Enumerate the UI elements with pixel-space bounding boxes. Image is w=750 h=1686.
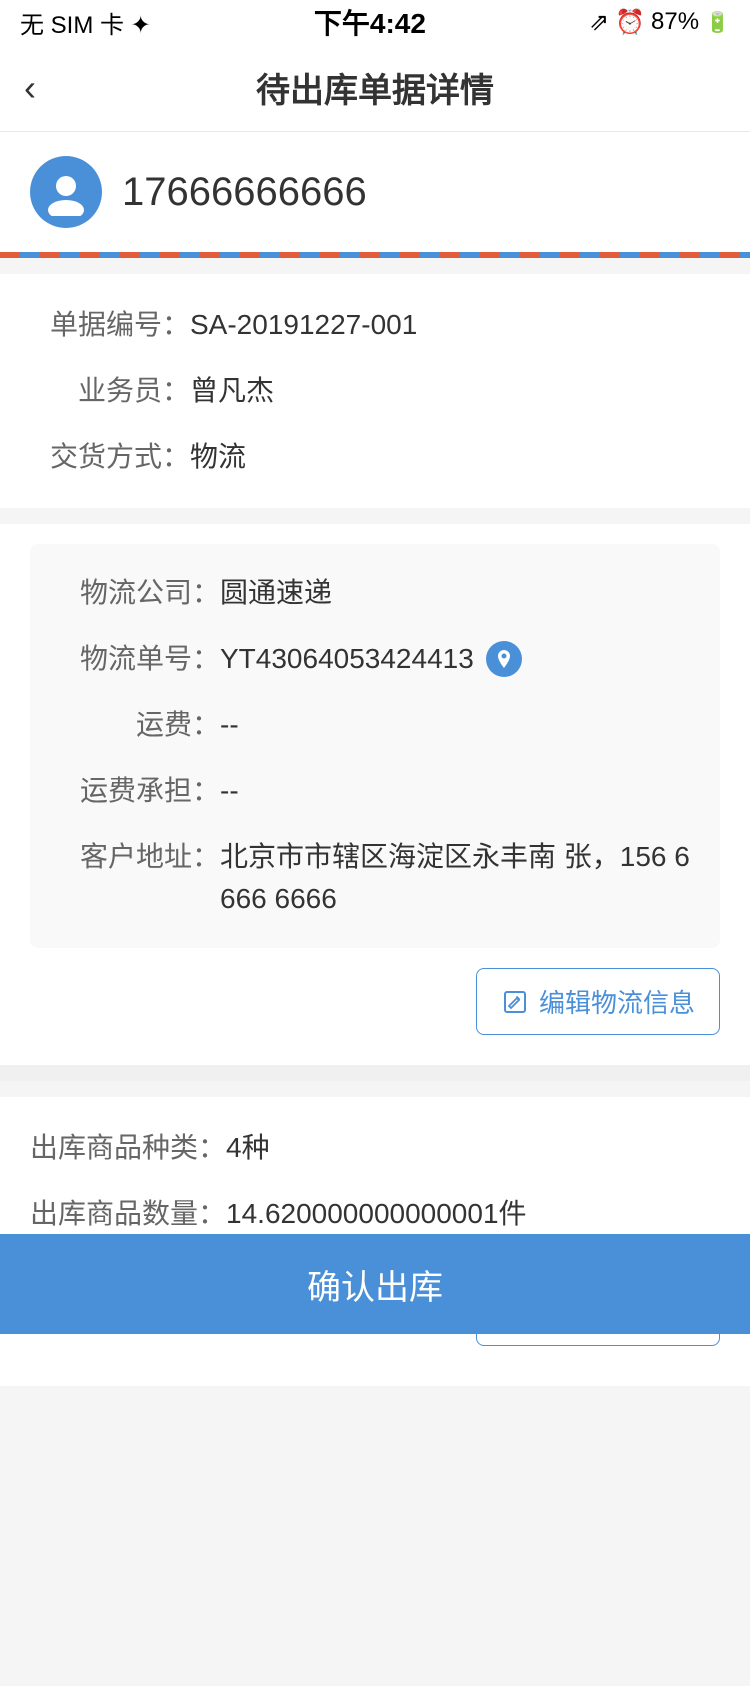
status-left: 无 SIM 卡 ✦ (20, 5, 151, 40)
delivery-label: 交货方式： (30, 436, 190, 478)
bottom-spacer (0, 1386, 750, 1586)
freight-bear-row: 运费承担： -- (60, 770, 690, 812)
freight-label: 运费： (60, 704, 220, 746)
logistics-company-value: 圆通速递 (220, 572, 690, 614)
freight-value: -- (220, 704, 690, 746)
product-qty-label: 出库商品数量： (30, 1193, 226, 1235)
user-phone: 17666666666 (122, 170, 367, 215)
logistics-company-label: 物流公司： (60, 572, 220, 614)
user-header: 17666666666 (0, 132, 750, 252)
delivery-value: 物流 (190, 436, 720, 478)
basic-info-section: 单据编号： SA-20191227-001 业务员： 曾凡杰 交货方式： 物流 (0, 274, 750, 508)
nav-bar: ‹ 待出库单据详情 (0, 44, 750, 132)
tracking-row: 物流单号： YT43064053424413 (60, 638, 690, 680)
delivery-row: 交货方式： 物流 (30, 436, 720, 478)
logistics-section: 物流公司： 圆通速递 物流单号： YT43064053424413 运费： -- (0, 524, 750, 1065)
status-right: ⇗ ⏰ 87% 🔋 (589, 8, 730, 37)
status-bar: 无 SIM 卡 ✦ 下午4:42 ⇗ ⏰ 87% 🔋 (0, 0, 750, 44)
tracking-label: 物流单号： (60, 638, 220, 680)
freight-bear-value: -- (220, 770, 690, 812)
tracking-value: YT43064053424413 (220, 638, 690, 680)
confirm-outbound-button[interactable]: 确认出库 (0, 1234, 750, 1334)
section-separator (0, 1065, 750, 1081)
product-type-value: 4种 (226, 1127, 720, 1169)
order-no-row: 单据编号： SA-20191227-001 (30, 304, 720, 346)
location-status-icon: ⇗ (589, 8, 609, 37)
freight-row: 运费： -- (60, 704, 690, 746)
product-qty-value: 14.620000000000001件 (226, 1193, 720, 1235)
sim-status: 无 SIM 卡 ✦ (20, 5, 151, 40)
product-type-label: 出库商品种类： (30, 1127, 226, 1169)
address-value: 北京市市辖区海淀区永丰南 张，156 6666 6666 (220, 836, 690, 920)
product-qty-row: 出库商品数量： 14.620000000000001件 (30, 1193, 720, 1235)
back-button[interactable]: ‹ (24, 67, 36, 109)
order-no-value: SA-20191227-001 (190, 304, 720, 346)
logistics-company-row: 物流公司： 圆通速递 (60, 572, 690, 614)
page-title: 待出库单据详情 (256, 63, 494, 112)
battery-icon: 🔋 (705, 10, 730, 35)
address-row: 客户地址： 北京市市辖区海淀区永丰南 张，156 6666 6666 (60, 836, 690, 920)
order-no-label: 单据编号： (30, 304, 190, 346)
alarm-icon: ⏰ (615, 8, 645, 37)
status-time: 下午4:42 (314, 2, 426, 42)
edit-btn-row: 编辑物流信息 (30, 948, 720, 1045)
salesperson-label: 业务员： (30, 370, 190, 412)
salesperson-value: 曾凡杰 (190, 370, 720, 412)
track-location-button[interactable] (486, 641, 522, 677)
avatar (30, 156, 102, 228)
salesperson-row: 业务员： 曾凡杰 (30, 370, 720, 412)
edit-logistics-button[interactable]: 编辑物流信息 (476, 968, 720, 1035)
product-type-row: 出库商品种类： 4种 (30, 1127, 720, 1169)
logistics-card: 物流公司： 圆通速递 物流单号： YT43064053424413 运费： -- (30, 544, 720, 948)
freight-bear-label: 运费承担： (60, 770, 220, 812)
address-label: 客户地址： (60, 836, 220, 878)
dashed-divider (0, 252, 750, 258)
battery-level: 87% (651, 8, 699, 36)
